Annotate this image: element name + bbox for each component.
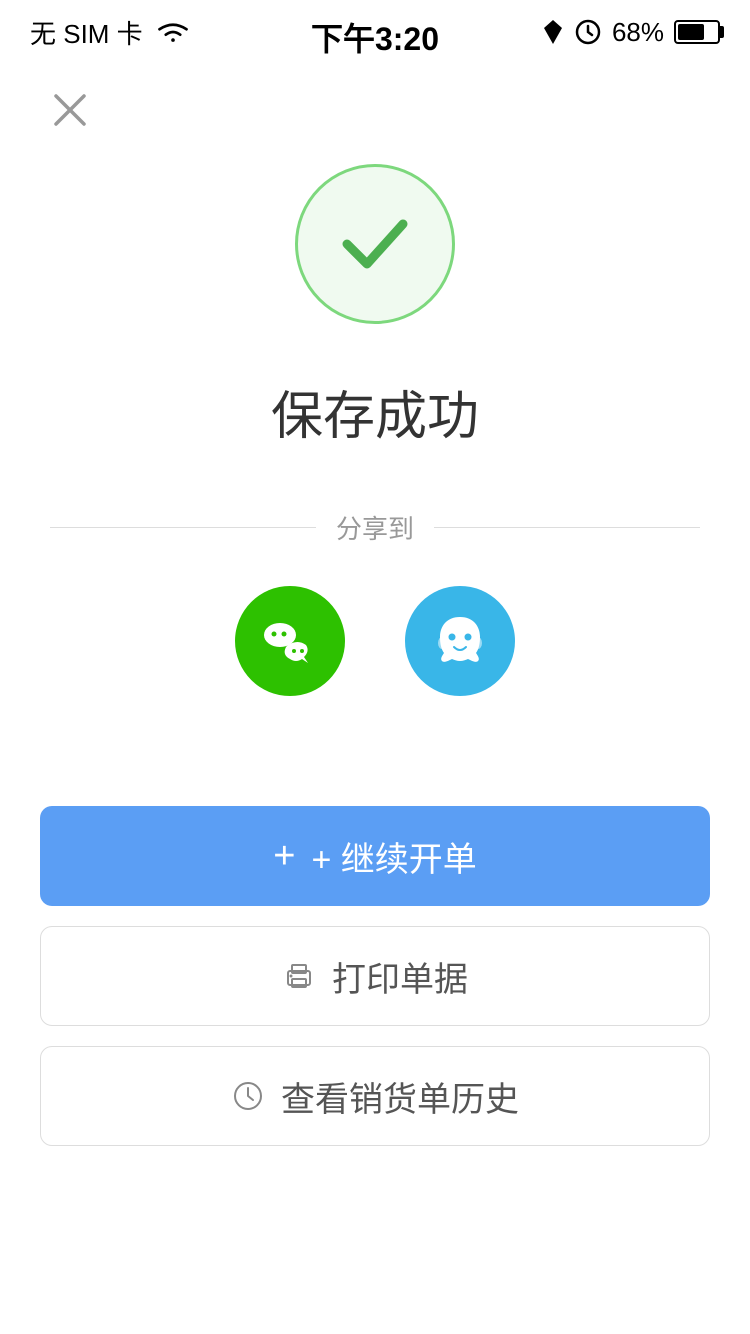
status-right: 68%	[542, 17, 720, 48]
print-button[interactable]: 打印单据	[40, 926, 710, 1026]
close-button[interactable]	[40, 80, 100, 140]
qq-share-button[interactable]	[405, 586, 515, 696]
action-buttons: + + 继续开单 打印单据 查看销货单历史	[0, 806, 750, 1146]
alarm-icon	[574, 18, 602, 46]
print-icon	[282, 959, 316, 993]
print-label: 打印单据	[332, 952, 468, 1001]
wifi-icon	[155, 18, 191, 46]
status-bar: 无 SIM 卡 下午3:20 68%	[0, 0, 750, 64]
main-content: 保存成功 分享到	[0, 64, 750, 1146]
share-section: 分享到	[0, 509, 750, 766]
plus-icon: +	[273, 837, 295, 875]
qq-icon	[428, 609, 492, 673]
wechat-share-button[interactable]	[235, 586, 345, 696]
history-button[interactable]: 查看销货单历史	[40, 1046, 710, 1146]
carrier-text: 无 SIM 卡	[30, 14, 143, 51]
location-icon	[542, 18, 564, 46]
wechat-icon	[258, 609, 322, 673]
battery-icon	[674, 20, 720, 44]
share-divider: 分享到	[50, 509, 700, 546]
status-left: 无 SIM 卡	[30, 14, 191, 51]
share-icons	[50, 586, 700, 696]
history-icon	[231, 1079, 265, 1113]
status-time: 下午3:20	[311, 14, 439, 60]
continue-button[interactable]: + + 继续开单	[40, 806, 710, 906]
continue-label: + 继续开单	[311, 832, 476, 881]
check-icon	[335, 202, 415, 287]
success-text: 保存成功	[271, 374, 479, 449]
share-label: 分享到	[336, 509, 414, 546]
success-circle	[295, 164, 455, 324]
battery-percent: 68%	[612, 17, 664, 48]
history-label: 查看销货单历史	[281, 1072, 519, 1121]
